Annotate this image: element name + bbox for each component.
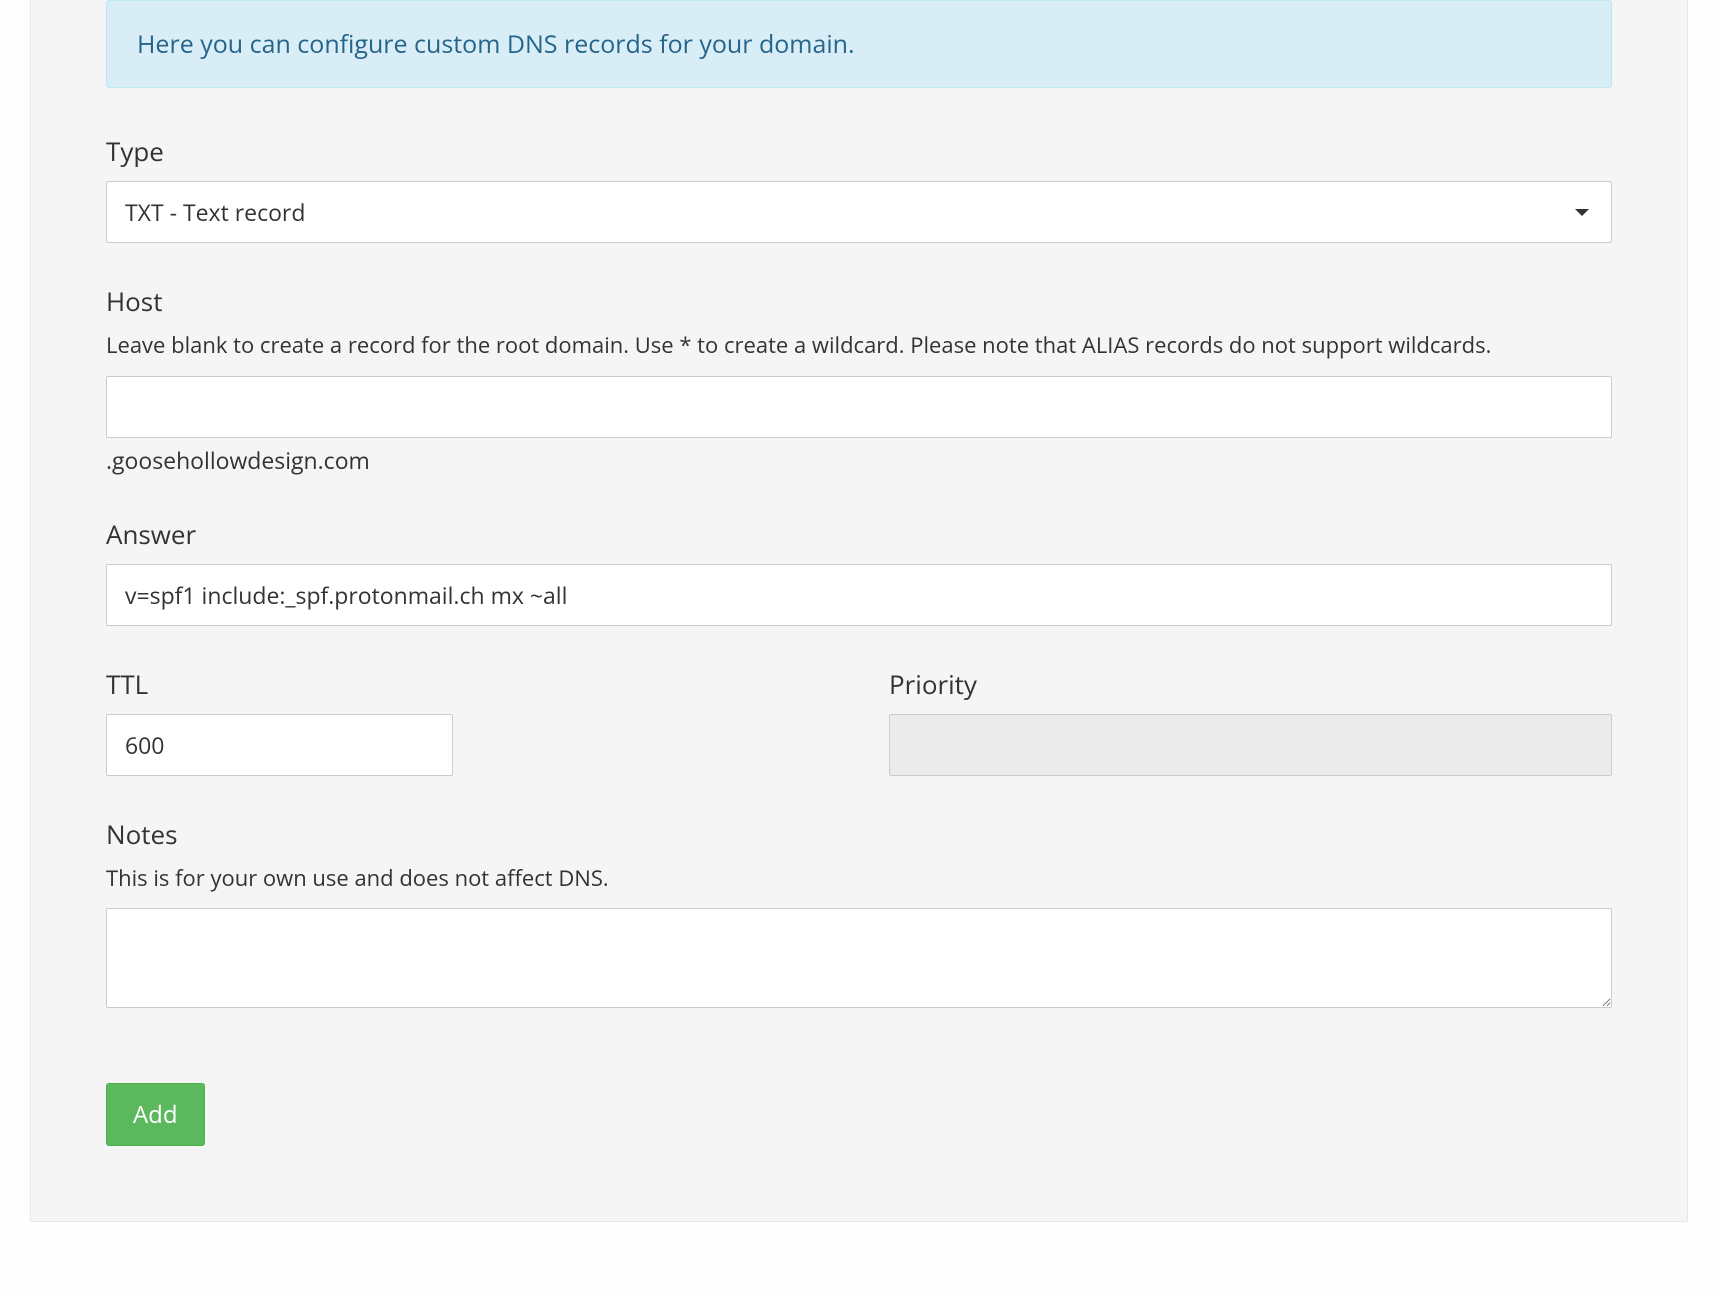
priority-group: Priority (889, 666, 1612, 776)
host-group: Host Leave blank to create a record for … (106, 283, 1612, 476)
type-label: Type (106, 133, 1612, 169)
answer-input[interactable] (106, 564, 1612, 626)
notes-textarea[interactable] (106, 908, 1612, 1008)
host-label: Host (106, 283, 1612, 319)
notes-label: Notes (106, 816, 1612, 852)
host-input[interactable] (106, 376, 1612, 438)
notes-help-text: This is for your own use and does not af… (106, 864, 1612, 893)
info-banner: Here you can configure custom DNS record… (106, 0, 1612, 88)
chevron-down-icon (1575, 209, 1589, 216)
type-group: Type TXT - Text record (106, 133, 1612, 243)
priority-label: Priority (889, 666, 1612, 702)
ttl-input[interactable] (106, 714, 453, 776)
dns-record-form-panel: Here you can configure custom DNS record… (30, 0, 1688, 1222)
ttl-label: TTL (106, 666, 829, 702)
host-domain-suffix: .goosehollowdesign.com (106, 444, 1612, 476)
host-help-text: Leave blank to create a record for the r… (106, 331, 1612, 360)
type-select-value: TXT - Text record (125, 196, 305, 228)
answer-group: Answer (106, 516, 1612, 626)
notes-group: Notes This is for your own use and does … (106, 816, 1612, 1014)
ttl-priority-row: TTL Priority (106, 666, 1612, 776)
answer-label: Answer (106, 516, 1612, 552)
priority-input (889, 714, 1612, 776)
type-select[interactable]: TXT - Text record (106, 181, 1612, 243)
ttl-group: TTL (106, 666, 829, 776)
info-banner-text: Here you can configure custom DNS record… (137, 27, 855, 61)
add-button[interactable]: Add (106, 1083, 205, 1146)
